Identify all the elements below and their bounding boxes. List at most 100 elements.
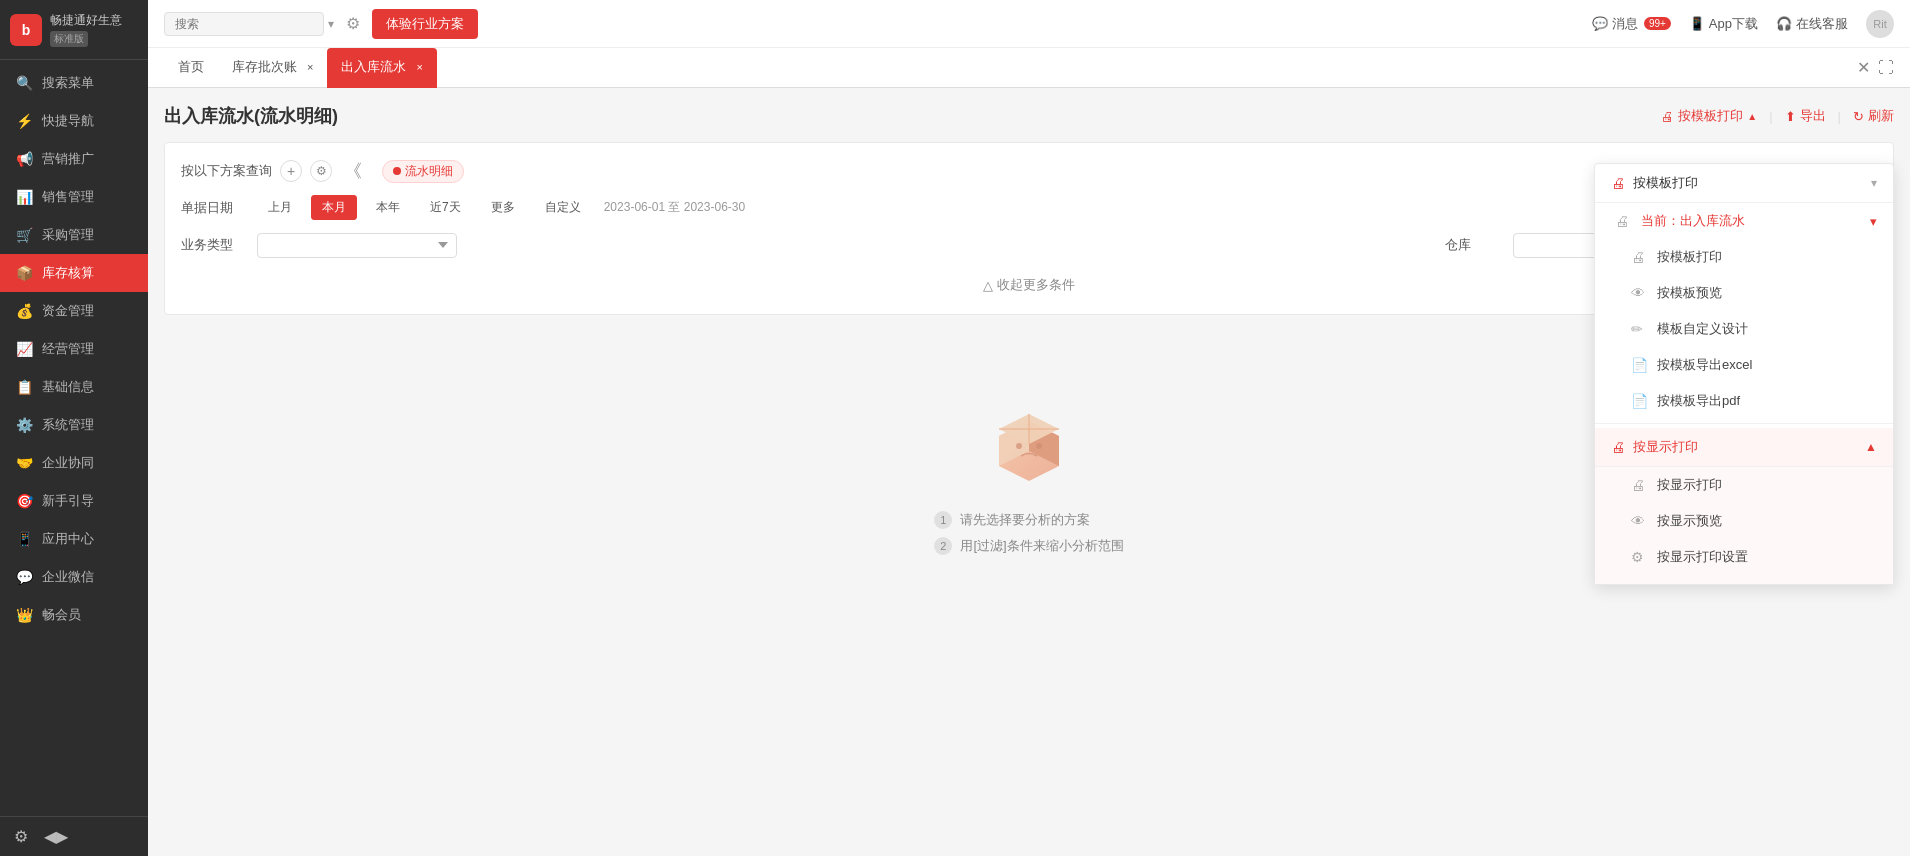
tab-close-button[interactable]: ✕ (1857, 58, 1870, 77)
tab-flow[interactable]: 出入库流水× (327, 48, 436, 88)
empty-illustration (979, 391, 1079, 491)
corp-collab-icon: 🤝 (14, 455, 34, 471)
sidebar-item-sys-mgmt[interactable]: ⚙️ 系统管理 (0, 406, 148, 444)
sidebar-item-label: 新手引导 (42, 492, 94, 510)
display-export-excel-item[interactable]: 📄 按显示导出excel (1595, 575, 1893, 584)
template-print-section-header[interactable]: 🖨 按模板打印 ▾ (1595, 164, 1893, 203)
display-print-section-header[interactable]: 🖨 按显示打印 ▲ (1595, 428, 1893, 467)
topbar-search-dropdown-icon[interactable]: ▾ (328, 17, 334, 31)
refresh-button[interactable]: ↻ 刷新 (1853, 107, 1894, 125)
display-preview-item[interactable]: 👁 按显示预览 (1595, 503, 1893, 539)
template-section-chevron-icon: ▾ (1871, 176, 1877, 190)
app-center-icon: 📱 (14, 531, 34, 547)
sidebar-item-app-center[interactable]: 📱 应用中心 (0, 520, 148, 558)
sidebar-item-label: 库存核算 (42, 264, 94, 282)
quick-nav-icon: ⚡ (14, 113, 34, 129)
refresh-icon: ↻ (1853, 109, 1864, 124)
sidebar-item-purchase[interactable]: 🛒 采购管理 (0, 216, 148, 254)
message-button[interactable]: 💬 消息 99+ (1592, 15, 1671, 33)
sales-icon: 📊 (14, 189, 34, 205)
logo-icon: b (10, 14, 42, 46)
empty-step-2: 2 用[过滤]条件来缩小分析范围 (934, 537, 1123, 555)
filter-collapse-button[interactable]: 《 (340, 157, 366, 185)
sidebar-item-operation[interactable]: 📈 经营管理 (0, 330, 148, 368)
app-badge: 标准版 (50, 31, 88, 47)
template-preview-item[interactable]: 👁 按模板预览 (1595, 275, 1893, 311)
tabbar: 首页库存批次账×出入库流水× ✕ ⛶ (148, 48, 1910, 88)
sidebar-item-label: 畅会员 (42, 606, 81, 624)
corp-wechat-icon: 💬 (14, 569, 34, 585)
template-export-excel-item[interactable]: 📄 按模板导出excel (1595, 347, 1893, 383)
sidebar-item-label: 快捷导航 (42, 112, 94, 130)
sidebar-item-search[interactable]: 🔍 搜索菜单 (0, 64, 148, 102)
online-service-button[interactable]: 🎧 在线客服 (1776, 15, 1848, 33)
app-download-button[interactable]: 📱 App下载 (1689, 15, 1758, 33)
tab-close-icon[interactable]: × (307, 61, 313, 73)
filter-add-button[interactable]: + (280, 160, 302, 182)
sidebar-item-corp-wechat[interactable]: 💬 企业微信 (0, 558, 148, 596)
marketing-icon: 📢 (14, 151, 34, 167)
sidebar-footer: ⚙ ◀▶ (0, 816, 148, 856)
member-icon: 👑 (14, 607, 34, 623)
chevron-down-icon: ▾ (1870, 214, 1877, 229)
display-print-icon: 🖨 (1631, 477, 1647, 493)
sidebar-item-member[interactable]: 👑 畅会员 (0, 596, 148, 634)
display-preview-icon: 👁 (1631, 513, 1647, 529)
display-print-section-icon: 🖨 (1611, 439, 1625, 455)
display-print-item[interactable]: 🖨 按显示打印 (1595, 467, 1893, 503)
filter-section-label: 按以下方案查询 (181, 162, 272, 180)
template-print-icon: 🖨 (1631, 249, 1647, 265)
sidebar-item-label: 系统管理 (42, 416, 94, 434)
sidebar-item-sales[interactable]: 📊 销售管理 (0, 178, 148, 216)
biz-type-select[interactable] (257, 233, 457, 258)
date-quick-more[interactable]: 更多 (480, 195, 526, 220)
date-quick-7-days[interactable]: 近7天 (419, 195, 472, 220)
sidebar-item-basic-info[interactable]: 📋 基础信息 (0, 368, 148, 406)
template-pdf-icon: 📄 (1631, 393, 1647, 409)
tab-batch-account[interactable]: 库存批次账 × (218, 48, 327, 88)
template-customize-item[interactable]: ✏ 模板自定义设计 (1595, 311, 1893, 347)
template-print-item[interactable]: 🖨 按模板打印 (1595, 239, 1893, 275)
collapse-icon[interactable]: ◀▶ (44, 827, 68, 846)
export-icon: ⬆ (1785, 109, 1796, 124)
sidebar-item-corp-collab[interactable]: 🤝 企业协同 (0, 444, 148, 482)
display-section-chevron-icon: ▲ (1865, 440, 1877, 454)
sidebar-item-label: 资金管理 (42, 302, 94, 320)
tab-label: 首页 (178, 58, 204, 76)
tab-expand-button[interactable]: ⛶ (1878, 59, 1894, 77)
tab-close-icon[interactable]: × (416, 61, 422, 73)
current-template-item[interactable]: 🖨 当前：出入库流水 ▾ (1595, 203, 1893, 239)
inventory-icon: 📦 (14, 265, 34, 281)
sidebar-item-quick-nav[interactable]: ⚡ 快捷导航 (0, 102, 148, 140)
filter-settings-button[interactable]: ⚙ (310, 160, 332, 182)
settings-icon[interactable]: ⚙ (14, 827, 28, 846)
print-template-button[interactable]: 🖨 按模板打印 ▲ (1661, 107, 1757, 125)
sidebar-item-label: 销售管理 (42, 188, 94, 206)
template-export-pdf-item[interactable]: 📄 按模板导出pdf (1595, 383, 1893, 419)
user-avatar[interactable]: Rit (1866, 10, 1894, 38)
date-quick-this-month[interactable]: 本月 (311, 195, 357, 220)
main-content: ▾ ⚙ 体验行业方案 💬 消息 99+ 📱 App下载 🎧 在线客服 Rit (148, 0, 1910, 856)
beginner-icon: 🎯 (14, 493, 34, 509)
date-quick-custom[interactable]: 自定义 (534, 195, 592, 220)
tab-home[interactable]: 首页 (164, 48, 218, 88)
sidebar-item-finance[interactable]: 💰 资金管理 (0, 292, 148, 330)
industry-solution-button[interactable]: 体验行业方案 (372, 9, 478, 39)
svg-point-6 (1016, 443, 1022, 449)
topbar-gear-icon[interactable]: ⚙ (346, 14, 360, 33)
export-button[interactable]: ⬆ 导出 (1785, 107, 1826, 125)
sidebar-item-inventory[interactable]: 📦 库存核算 (0, 254, 148, 292)
topbar-search-input[interactable] (164, 12, 324, 36)
svg-point-7 (1036, 443, 1042, 449)
sidebar-item-beginner[interactable]: 🎯 新手引导 (0, 482, 148, 520)
template-preview-icon: 👁 (1631, 285, 1647, 301)
warehouse-label: 仓库 (1445, 236, 1505, 254)
date-quick-last-month[interactable]: 上月 (257, 195, 303, 220)
sidebar-nav: 🔍 搜索菜单 ⚡ 快捷导航 📢 营销推广 📊 销售管理 🛒 采购管理 📦 库存核… (0, 60, 148, 816)
sidebar-item-label: 应用中心 (42, 530, 94, 548)
tab-label: 库存批次账 (232, 58, 297, 76)
sidebar-item-marketing[interactable]: 📢 营销推广 (0, 140, 148, 178)
sidebar-item-label: 营销推广 (42, 150, 94, 168)
date-quick-this-year[interactable]: 本年 (365, 195, 411, 220)
display-print-settings-item[interactable]: ⚙ 按显示打印设置 (1595, 539, 1893, 575)
